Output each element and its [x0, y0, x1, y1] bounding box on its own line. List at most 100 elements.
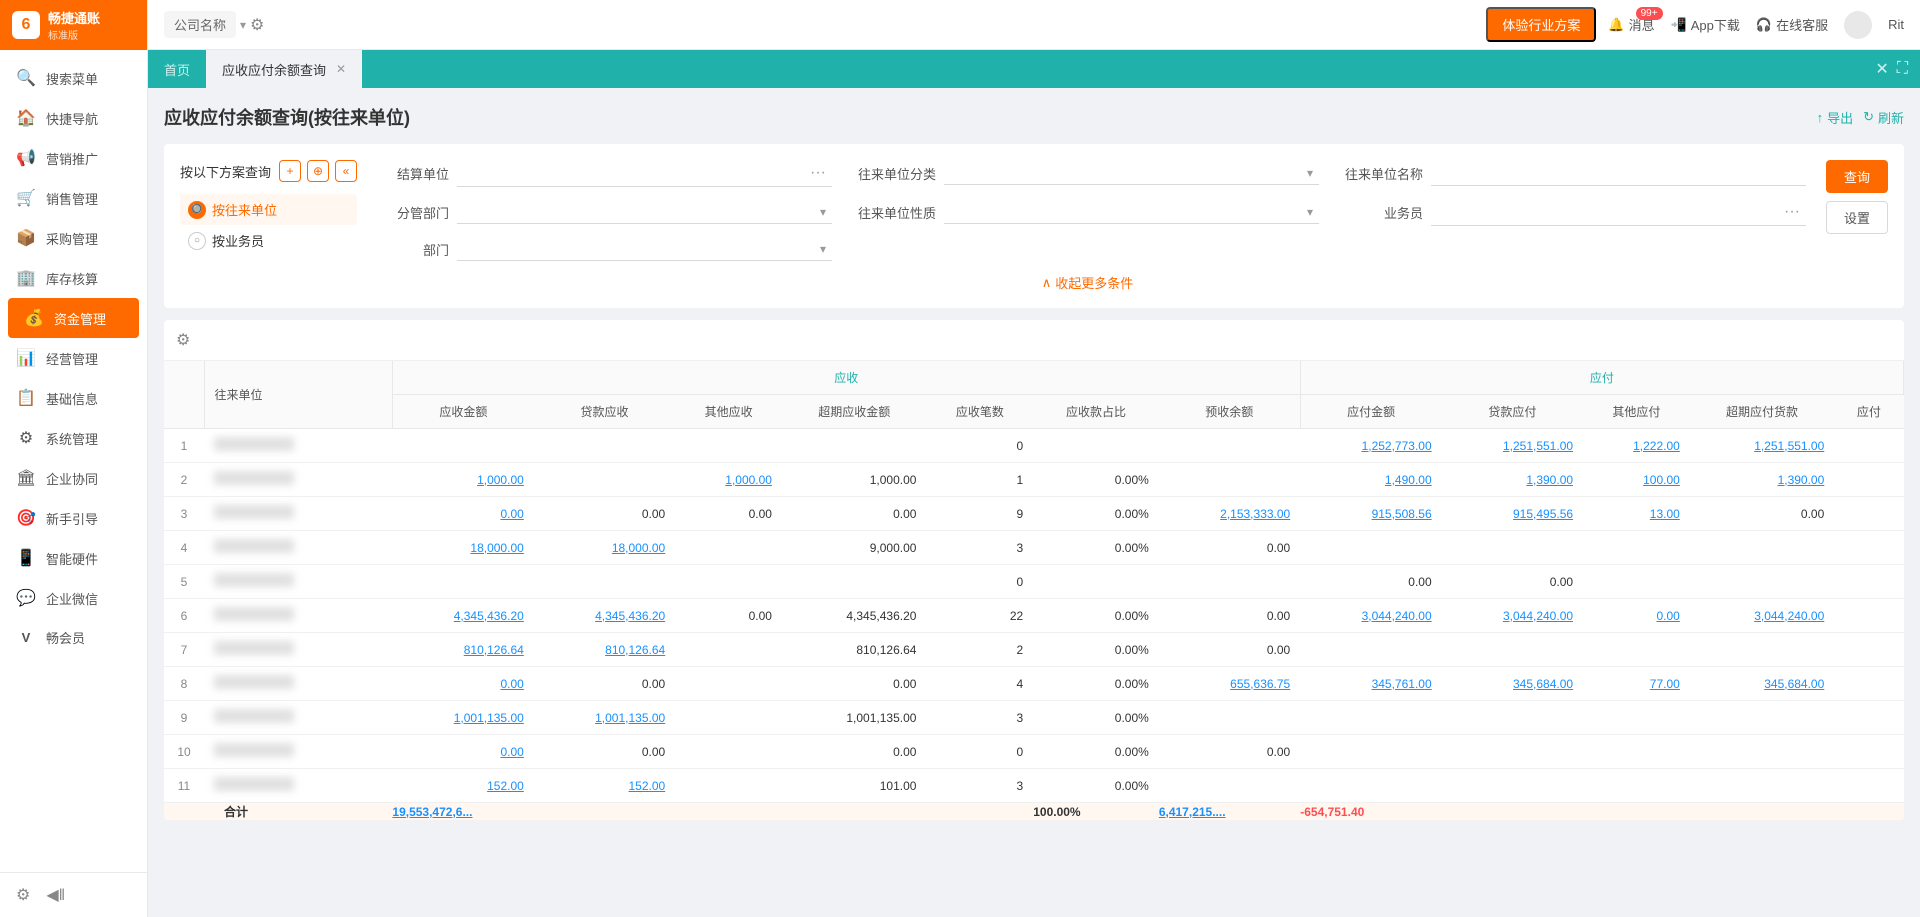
- table-cell[interactable]: 152.00: [392, 769, 533, 803]
- table-cell: 9,000.00: [782, 531, 926, 565]
- table-row: 500.000.00: [164, 565, 1904, 599]
- table-cell: [1300, 769, 1441, 803]
- company-selector[interactable]: 公司名称: [164, 11, 236, 38]
- filter-collapse-icon[interactable]: «: [335, 160, 357, 182]
- sidebar-item-purchase[interactable]: 📦 采购管理: [0, 218, 147, 258]
- export-button[interactable]: ↑ 导出: [1817, 108, 1854, 127]
- table-cell[interactable]: 77.00: [1583, 667, 1690, 701]
- table-settings-icon[interactable]: ⚙: [176, 330, 190, 350]
- refresh-button[interactable]: ↻ 刷新: [1863, 108, 1904, 127]
- collapse-sidebar-icon[interactable]: ◀‖: [46, 885, 65, 905]
- sidebar-item-guide[interactable]: 🎯 新手引导: [0, 498, 147, 538]
- table-cell: 0.00: [1159, 735, 1300, 769]
- table-cell[interactable]: 1,001,135.00: [392, 701, 533, 735]
- table-cell[interactable]: 915,495.56: [1442, 497, 1583, 531]
- footer-ar-advance[interactable]: 6,417,215....: [1159, 803, 1300, 821]
- sidebar-item-basicinfo[interactable]: 📋 基础信息: [0, 378, 147, 418]
- filter-settlement-select[interactable]: ···: [457, 160, 832, 187]
- table-cell[interactable]: 810,126.64: [392, 633, 533, 667]
- table-cell: 0.00: [534, 667, 675, 701]
- user-avatar[interactable]: [1844, 11, 1872, 39]
- sidebar-item-search[interactable]: 🔍 搜索菜单: [0, 58, 147, 98]
- table-cell[interactable]: 810,126.64: [534, 633, 675, 667]
- table-cell[interactable]: 4,345,436.20: [534, 599, 675, 633]
- table-cell[interactable]: 3,044,240.00: [1300, 599, 1441, 633]
- footer-ar-amount[interactable]: 19,553,472,6...: [392, 803, 533, 821]
- table-cell[interactable]: 13.00: [1583, 497, 1690, 531]
- filter-settings-icon[interactable]: ⊕: [307, 160, 329, 182]
- filter-partner-cat-select[interactable]: ▾: [944, 162, 1319, 185]
- table-cell[interactable]: 3,044,240.00: [1442, 599, 1583, 633]
- table-cell-partner: [204, 463, 392, 497]
- footer-ar-other: [675, 803, 782, 821]
- table-cell[interactable]: 100.00: [1583, 463, 1690, 497]
- message-button[interactable]: 🔔 消息 99+: [1608, 15, 1654, 34]
- tab-close-window-icon[interactable]: ✕: [1875, 59, 1888, 79]
- tab-ar-ap[interactable]: 应收应付余额查询 ✕: [206, 50, 362, 88]
- filter-nature-select[interactable]: ▾: [944, 201, 1319, 224]
- table-cell: [675, 531, 782, 565]
- filter-salesperson-dots-icon[interactable]: ···: [1784, 203, 1800, 221]
- table-cell[interactable]: 0.00: [392, 667, 533, 701]
- table-cell[interactable]: 915,508.56: [1300, 497, 1441, 531]
- sidebar-menu: 🔍 搜索菜单 🏠 快捷导航 📢 营销推广 🛒 销售管理 📦 采购管理 🏢 库存核…: [0, 50, 147, 872]
- member-icon: V: [16, 630, 36, 645]
- table-cell[interactable]: 0.00: [1583, 599, 1690, 633]
- sidebar-item-hardware[interactable]: 📱 智能硬件: [0, 538, 147, 578]
- sidebar-item-wechat[interactable]: 💬 企业微信: [0, 578, 147, 618]
- collapse-more-btn[interactable]: ∧ 收起更多条件: [1042, 273, 1134, 292]
- table-cell[interactable]: 152.00: [534, 769, 675, 803]
- table-cell[interactable]: 2,153,333.00: [1159, 497, 1300, 531]
- table-cell[interactable]: 18,000.00: [534, 531, 675, 565]
- sidebar-item-member[interactable]: V 畅会员: [0, 618, 147, 657]
- table-cell[interactable]: 1,000.00: [675, 463, 782, 497]
- table-cell[interactable]: 0.00: [392, 497, 533, 531]
- sidebar-item-operation[interactable]: 📊 经营管理: [0, 338, 147, 378]
- settings-bottom-icon[interactable]: ⚙: [16, 885, 30, 905]
- app-download-button[interactable]: 📲 App下载: [1671, 15, 1740, 34]
- query-button[interactable]: 查询: [1826, 160, 1888, 193]
- table-cell[interactable]: 3,044,240.00: [1690, 599, 1834, 633]
- table-cell[interactable]: 1,251,551.00: [1442, 429, 1583, 463]
- table-cell[interactable]: 18,000.00: [392, 531, 533, 565]
- filter-settlement-dots-icon[interactable]: ···: [810, 164, 826, 182]
- table-cell[interactable]: 1,252,773.00: [1300, 429, 1441, 463]
- tab-expand-icon[interactable]: ⛶: [1897, 60, 1908, 78]
- username-label[interactable]: Rit: [1888, 17, 1904, 32]
- sidebar-item-marketing[interactable]: 📢 营销推广: [0, 138, 147, 178]
- topbar-gear-icon[interactable]: ⚙: [250, 15, 264, 35]
- filter-option-salesperson[interactable]: ○ 按业务员: [180, 225, 357, 256]
- filter-option-partner[interactable]: 🔘 按往来单位: [180, 194, 357, 225]
- tab-close-icon[interactable]: ✕: [336, 62, 346, 76]
- sidebar-item-system[interactable]: ⚙ 系统管理: [0, 418, 147, 458]
- filter-department-select[interactable]: ▾: [457, 238, 832, 261]
- table-cell[interactable]: 1,001,135.00: [534, 701, 675, 735]
- filter-salesperson-select[interactable]: ···: [1431, 199, 1806, 226]
- online-service-button[interactable]: 🎧 在线客服: [1756, 15, 1828, 34]
- table-cell[interactable]: 1,490.00: [1300, 463, 1441, 497]
- table-cell: 0.00%: [1033, 701, 1159, 735]
- table-cell[interactable]: 345,684.00: [1442, 667, 1583, 701]
- tab-home[interactable]: 首页: [148, 50, 206, 88]
- table-cell[interactable]: 345,684.00: [1690, 667, 1834, 701]
- logo-icon: 6: [12, 11, 40, 39]
- filter-partner-name-input[interactable]: [1431, 162, 1806, 186]
- sidebar-item-finance[interactable]: 💰 资金管理: [8, 298, 139, 338]
- table-cell[interactable]: 1,000.00: [392, 463, 533, 497]
- table-cell[interactable]: 4,345,436.20: [392, 599, 533, 633]
- table-cell[interactable]: 1,251,551.00: [1690, 429, 1834, 463]
- table-cell[interactable]: 1,390.00: [1442, 463, 1583, 497]
- table-cell[interactable]: 1,222.00: [1583, 429, 1690, 463]
- sidebar-item-inventory[interactable]: 🏢 库存核算: [0, 258, 147, 298]
- table-cell[interactable]: 655,636.75: [1159, 667, 1300, 701]
- promo-button[interactable]: 体验行业方案: [1486, 7, 1596, 42]
- filter-dept-select[interactable]: ▾: [457, 201, 832, 224]
- sidebar-item-sales[interactable]: 🛒 销售管理: [0, 178, 147, 218]
- sidebar-item-enterprise[interactable]: 🏛 企业协同: [0, 458, 147, 498]
- table-cell[interactable]: 1,390.00: [1690, 463, 1834, 497]
- filter-add-icon[interactable]: +: [279, 160, 301, 182]
- table-cell[interactable]: 345,761.00: [1300, 667, 1441, 701]
- setting-button[interactable]: 设置: [1826, 201, 1888, 234]
- table-cell[interactable]: 0.00: [392, 735, 533, 769]
- sidebar-item-quicknav[interactable]: 🏠 快捷导航: [0, 98, 147, 138]
